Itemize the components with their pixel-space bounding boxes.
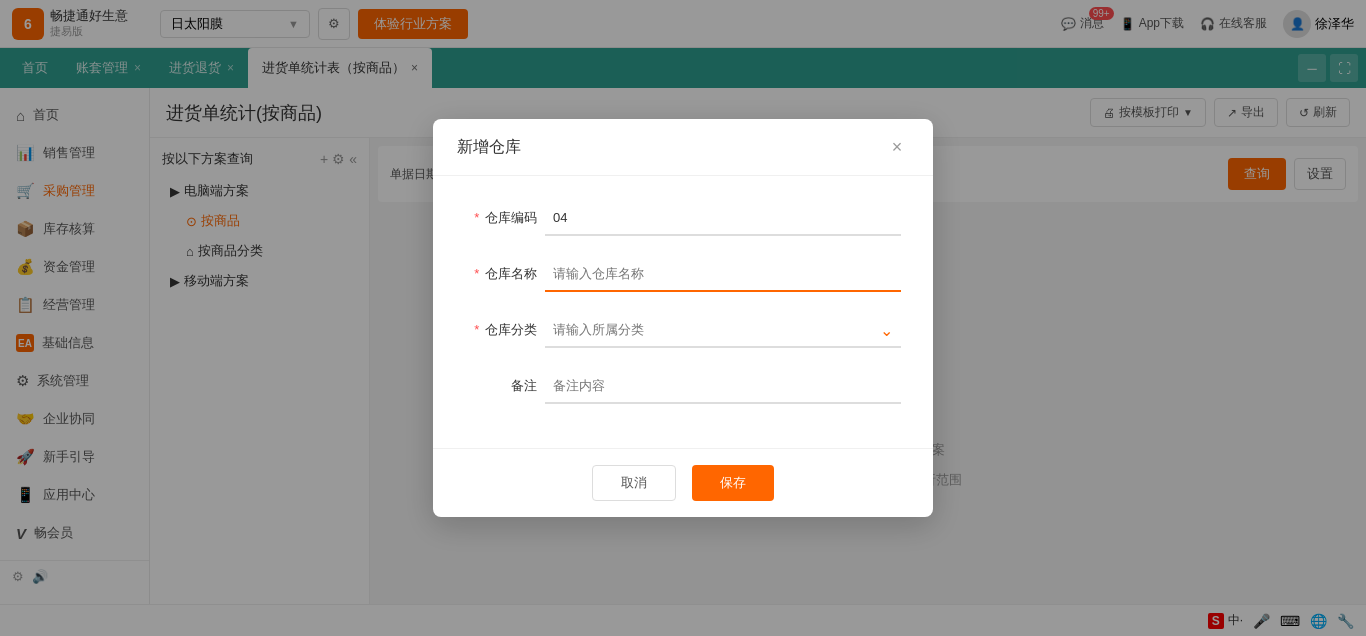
warehouse-code-label: * 仓库编码 [465,209,545,227]
modal-header: 新增仓库 × [433,119,933,176]
warehouse-code-input[interactable] [545,200,901,236]
warehouse-category-label: * 仓库分类 [465,321,545,339]
warehouse-name-input[interactable] [545,256,901,292]
warehouse-name-label: * 仓库名称 [465,265,545,283]
modal-body: * 仓库编码 * 仓库名称 * 仓库分类 [433,176,933,448]
modal-close-button[interactable]: × [885,135,909,159]
warehouse-name-row: * 仓库名称 [465,256,901,292]
modal-overlay[interactable]: 新增仓库 × * 仓库编码 * 仓库名称 [0,0,1366,636]
modal-footer: 取消 保存 [433,448,933,517]
modal-title: 新增仓库 [457,137,521,158]
warehouse-category-input[interactable] [545,312,901,348]
warehouse-modal: 新增仓库 × * 仓库编码 * 仓库名称 [433,119,933,517]
notes-label: 备注 [465,377,545,395]
warehouse-category-row: * 仓库分类 ⌄ [465,312,901,348]
warehouse-category-wrapper: ⌄ [545,312,901,348]
save-button[interactable]: 保存 [692,465,774,501]
notes-row: 备注 [465,368,901,404]
notes-input[interactable] [545,368,901,404]
warehouse-code-row: * 仓库编码 [465,200,901,236]
cancel-button[interactable]: 取消 [592,465,676,501]
